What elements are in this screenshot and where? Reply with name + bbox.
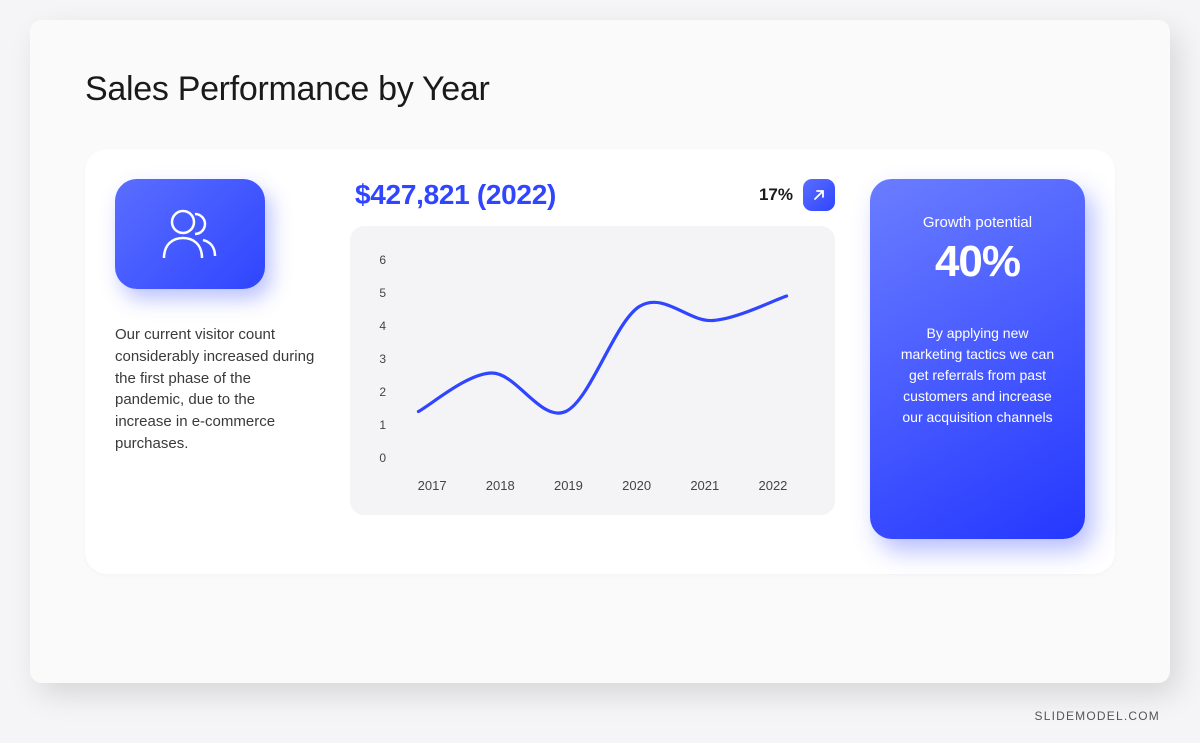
y-tick: 0 [372, 452, 386, 464]
y-tick: 6 [372, 254, 386, 266]
x-axis: 201720182019202020212022 [398, 478, 807, 493]
pct-text: 17% [759, 185, 793, 205]
headline-pct-group: 17% [759, 179, 835, 211]
y-tick: 4 [372, 320, 386, 332]
footer-brand: SLIDEMODEL.COM [1035, 709, 1161, 723]
headline-row: $427,821 (2022) 17% [350, 179, 835, 211]
y-tick: 2 [372, 386, 386, 398]
growth-label: Growth potential [892, 214, 1063, 231]
line-chart [398, 254, 807, 464]
plot-area [398, 254, 807, 464]
growth-description: By applying new marketing tactics we can… [892, 323, 1063, 428]
center-column: $427,821 (2022) 17% 6 5 4 3 2 1 0 [350, 179, 835, 515]
people-icon-tile [115, 179, 265, 289]
slide-container: Sales Performance by Year Our current vi… [30, 20, 1170, 683]
chart-box: 6 5 4 3 2 1 0 201720182019202020212022 [350, 226, 835, 515]
growth-value: 40% [892, 237, 1063, 287]
x-tick: 2020 [603, 478, 671, 493]
x-tick: 2018 [466, 478, 534, 493]
y-axis: 6 5 4 3 2 1 0 [372, 254, 386, 464]
y-tick: 3 [372, 353, 386, 365]
x-tick: 2022 [739, 478, 807, 493]
growth-card: Growth potential 40% By applying new mar… [870, 179, 1085, 539]
x-tick: 2019 [534, 478, 602, 493]
arrow-up-right-icon [803, 179, 835, 211]
y-tick: 5 [372, 287, 386, 299]
x-tick: 2017 [398, 478, 466, 493]
headline-value: $427,821 (2022) [355, 179, 556, 211]
y-tick: 1 [372, 419, 386, 431]
left-column: Our current visitor count considerably i… [115, 179, 315, 455]
visitor-description: Our current visitor count considerably i… [115, 324, 315, 455]
people-icon [155, 204, 225, 264]
content-card: Our current visitor count considerably i… [85, 149, 1115, 574]
x-tick: 2021 [671, 478, 739, 493]
page-title: Sales Performance by Year [85, 70, 1115, 109]
